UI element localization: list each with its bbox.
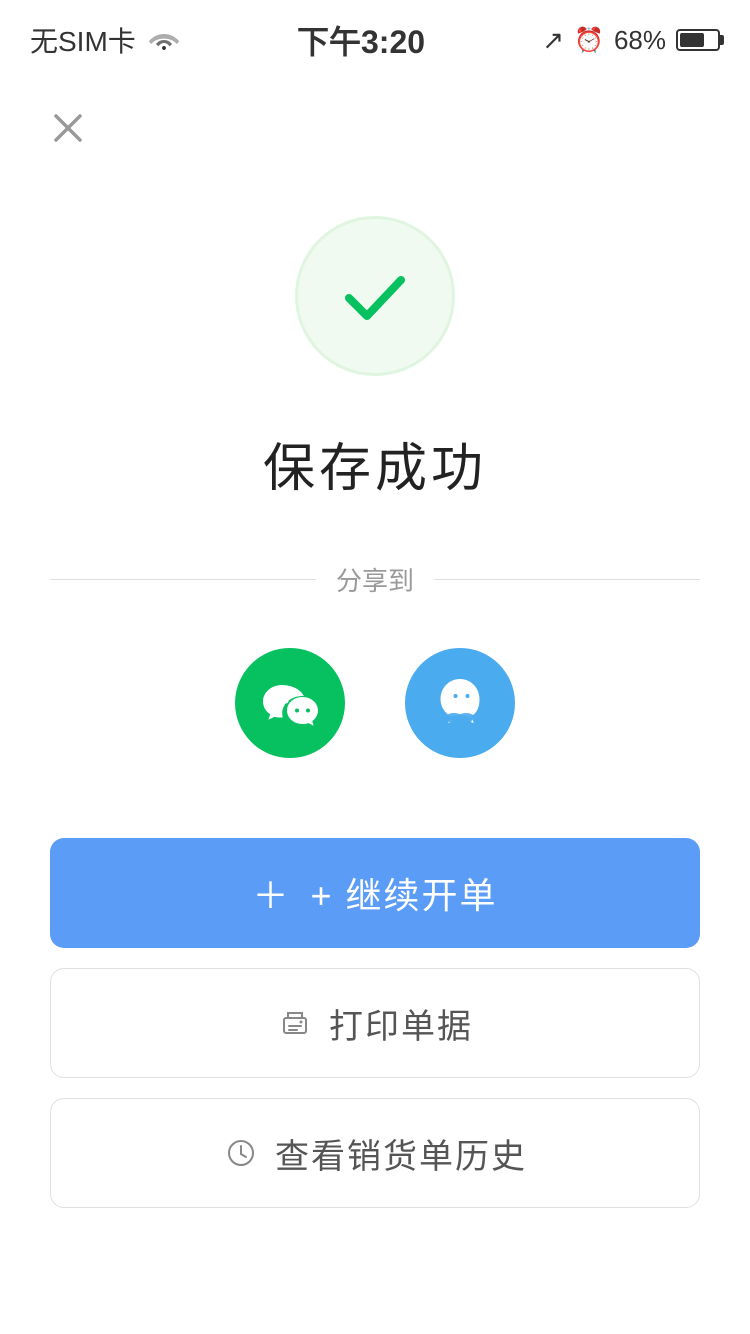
status-left: 无SIM卡 [30,20,180,60]
history-label: 查看销货单历史 [275,1129,527,1178]
close-button[interactable] [40,100,96,156]
battery-pct: 68% [614,25,666,56]
plus-icon: ＋ [252,867,290,919]
alarm-icon: ⏰ [574,26,604,55]
status-right: ↗ ⏰ 68% [542,25,720,56]
continue-button[interactable]: ＋ + 继续开单 [50,838,700,948]
history-button[interactable]: 查看销货单历史 [50,1098,700,1208]
share-label: 分享到 [336,561,414,598]
clock-icon [223,1135,259,1171]
wechat-icon [258,671,322,735]
share-icons [235,648,515,758]
wechat-share-button[interactable] [235,648,345,758]
close-area [0,80,750,166]
time-label: 下午3:20 [297,17,425,63]
print-button[interactable]: 打印单据 [50,968,700,1078]
battery-indicator [676,29,720,51]
print-label: 打印单据 [329,999,473,1048]
continue-label: + 继续开单 [310,867,497,919]
main-content: 保存成功 分享到 [0,166,750,1334]
success-circle [295,216,455,376]
checkmark-icon [335,256,415,336]
location-icon: ↗ [542,25,564,56]
share-section: 分享到 [50,561,700,598]
status-bar: 无SIM卡 下午3:20 ↗ ⏰ 68% [0,0,750,80]
divider-left [50,579,316,580]
qq-icon [428,671,492,735]
print-icon [277,1005,313,1041]
carrier-label: 无SIM卡 [30,20,136,60]
action-buttons: ＋ + 继续开单 打印单据 查看销货单历史 [50,838,700,1208]
wifi-icon [148,28,180,52]
qq-share-button[interactable] [405,648,515,758]
divider-right [434,579,700,580]
success-title: 保存成功 [263,426,487,501]
